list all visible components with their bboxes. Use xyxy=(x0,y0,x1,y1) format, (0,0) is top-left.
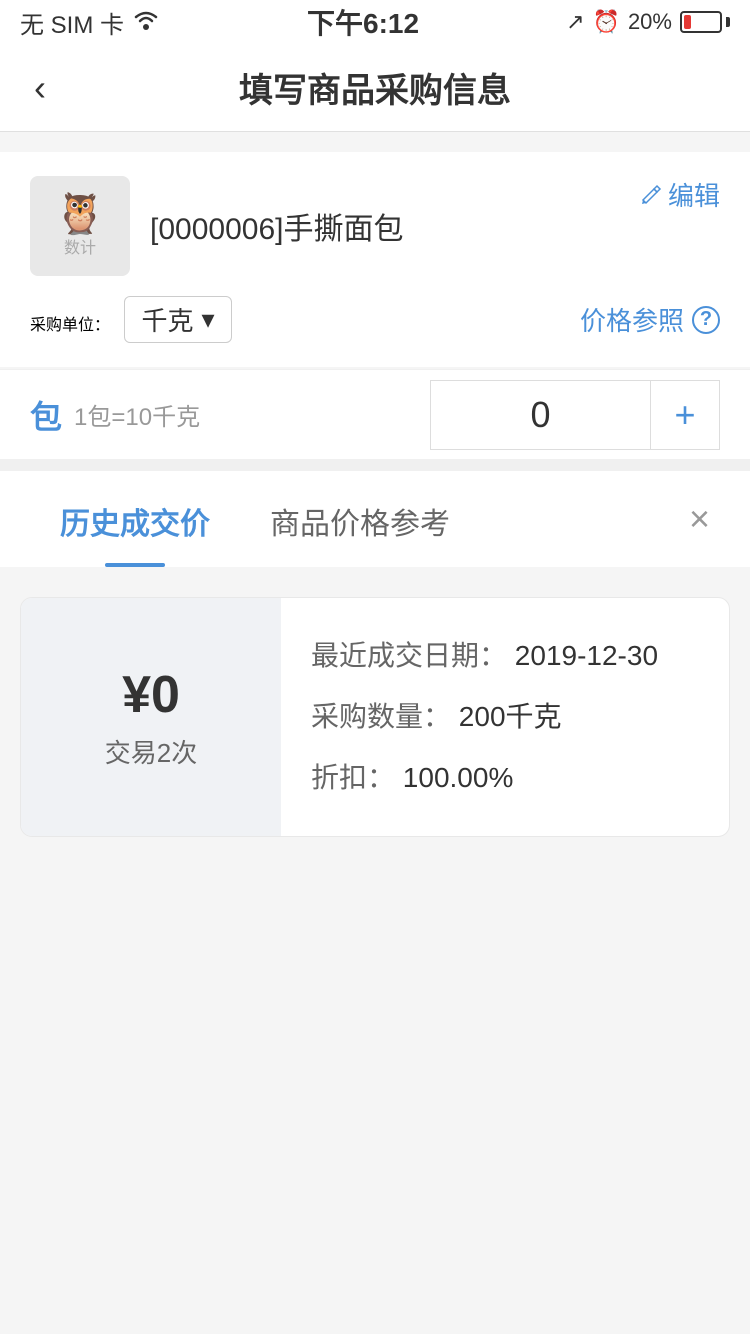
product-left: 🦉 数计 [0000006]手撕面包 xyxy=(30,176,403,276)
history-quantity-row: 采购数量： 200千克 xyxy=(311,695,699,740)
recent-date-value: 2019-12-30 xyxy=(515,640,658,671)
battery-icon xyxy=(680,11,730,33)
quantity-section: 包 1包=10千克 + xyxy=(0,369,750,459)
status-right: ↗ ⏰ 20% xyxy=(566,9,730,35)
location-icon: ↗ xyxy=(566,9,584,35)
price-reference-button[interactable]: 价格参照 ? xyxy=(580,301,720,338)
history-recent-date-row: 最近成交日期： 2019-12-30 xyxy=(311,634,699,679)
quantity-plus-button[interactable]: + xyxy=(650,380,720,450)
price-number: 0 xyxy=(151,666,180,724)
unit-conversion: 1包=10千克 xyxy=(74,397,200,432)
status-left: 无 SIM 卡 xyxy=(20,5,160,40)
help-icon: ? xyxy=(692,306,720,334)
discount-value: 100.00% xyxy=(403,762,514,793)
status-bar: 无 SIM 卡 下午6:12 ↗ ⏰ 20% xyxy=(0,0,750,44)
product-card: 🦉 数计 [0000006]手撕面包 编辑 采购单位： 千克 ▾ 价格参照 ? xyxy=(0,152,750,367)
product-full-name: [0000006]手撕面包 xyxy=(150,204,403,248)
history-discount-row: 折扣： 100.00% xyxy=(311,756,699,801)
tabs-close-button[interactable]: × xyxy=(679,488,720,550)
tab-history-price[interactable]: 历史成交价 xyxy=(30,471,240,567)
tab-history-label: 历史成交价 xyxy=(60,508,210,541)
product-logo-icon: 🦉 xyxy=(55,194,105,234)
discount-label: 折扣： xyxy=(311,762,395,793)
unit-value: 千克 xyxy=(141,301,193,338)
content-area: ¥0 交易2次 最近成交日期： 2019-12-30 采购数量： 200千克 折… xyxy=(0,567,750,1267)
dropdown-arrow-icon: ▾ xyxy=(201,304,214,335)
unit-select[interactable]: 千克 ▾ xyxy=(124,296,231,343)
battery-tip xyxy=(726,17,730,27)
quantity-left: 包 1包=10千克 xyxy=(30,392,200,438)
tab-price-ref-label: 商品价格参考 xyxy=(270,508,450,541)
recent-date-label: 最近成交日期： xyxy=(311,640,507,671)
battery-percentage: 20% xyxy=(628,9,672,35)
price-symbol: ¥ xyxy=(122,666,151,724)
edit-icon xyxy=(640,184,662,206)
edit-label: 编辑 xyxy=(668,176,720,213)
unit-label: 采购单位： xyxy=(30,317,110,334)
quantity-label: 采购数量： xyxy=(311,701,451,732)
history-price-panel: ¥0 交易2次 xyxy=(21,598,281,836)
history-price-value: ¥0 xyxy=(122,665,180,725)
tab-product-price-ref[interactable]: 商品价格参考 xyxy=(240,471,480,567)
product-unit-row: 采购单位： 千克 ▾ 价格参照 ? xyxy=(30,296,720,343)
history-trades-count: 交易2次 xyxy=(105,733,197,770)
alarm-icon: ⏰ xyxy=(593,9,620,35)
price-ref-label: 价格参照 xyxy=(580,301,684,338)
quantity-input-group: + xyxy=(430,380,720,450)
tabs-list: 历史成交价 商品价格参考 xyxy=(30,471,480,567)
product-logo-sub: 数计 xyxy=(64,234,96,258)
quantity-input[interactable] xyxy=(430,380,650,450)
history-detail-panel: 最近成交日期： 2019-12-30 采购数量： 200千克 折扣： 100.0… xyxy=(281,598,729,836)
battery-fill xyxy=(684,15,691,29)
product-header: 🦉 数计 [0000006]手撕面包 编辑 xyxy=(30,176,720,276)
status-time: 下午6:12 xyxy=(307,2,419,42)
nav-bar: ‹ 填写商品采购信息 xyxy=(0,44,750,132)
carrier-text: 无 SIM 卡 xyxy=(20,5,124,40)
page-title: 填写商品采购信息 xyxy=(239,63,511,112)
back-button[interactable]: ‹ xyxy=(24,57,56,119)
tabs-section: 历史成交价 商品价格参考 × ¥0 交易2次 最近成交日期： 2019-12-3… xyxy=(0,459,750,1267)
edit-button[interactable]: 编辑 xyxy=(640,176,720,213)
wifi-icon xyxy=(132,8,160,37)
product-image: 🦉 数计 xyxy=(30,176,130,276)
quantity-value: 200千克 xyxy=(459,701,562,732)
unit-badge: 包 xyxy=(30,392,62,438)
tabs-header: 历史成交价 商品价格参考 × xyxy=(0,471,750,567)
unit-label-group: 采购单位： 千克 ▾ xyxy=(30,296,232,343)
history-card: ¥0 交易2次 最近成交日期： 2019-12-30 采购数量： 200千克 折… xyxy=(20,597,730,837)
